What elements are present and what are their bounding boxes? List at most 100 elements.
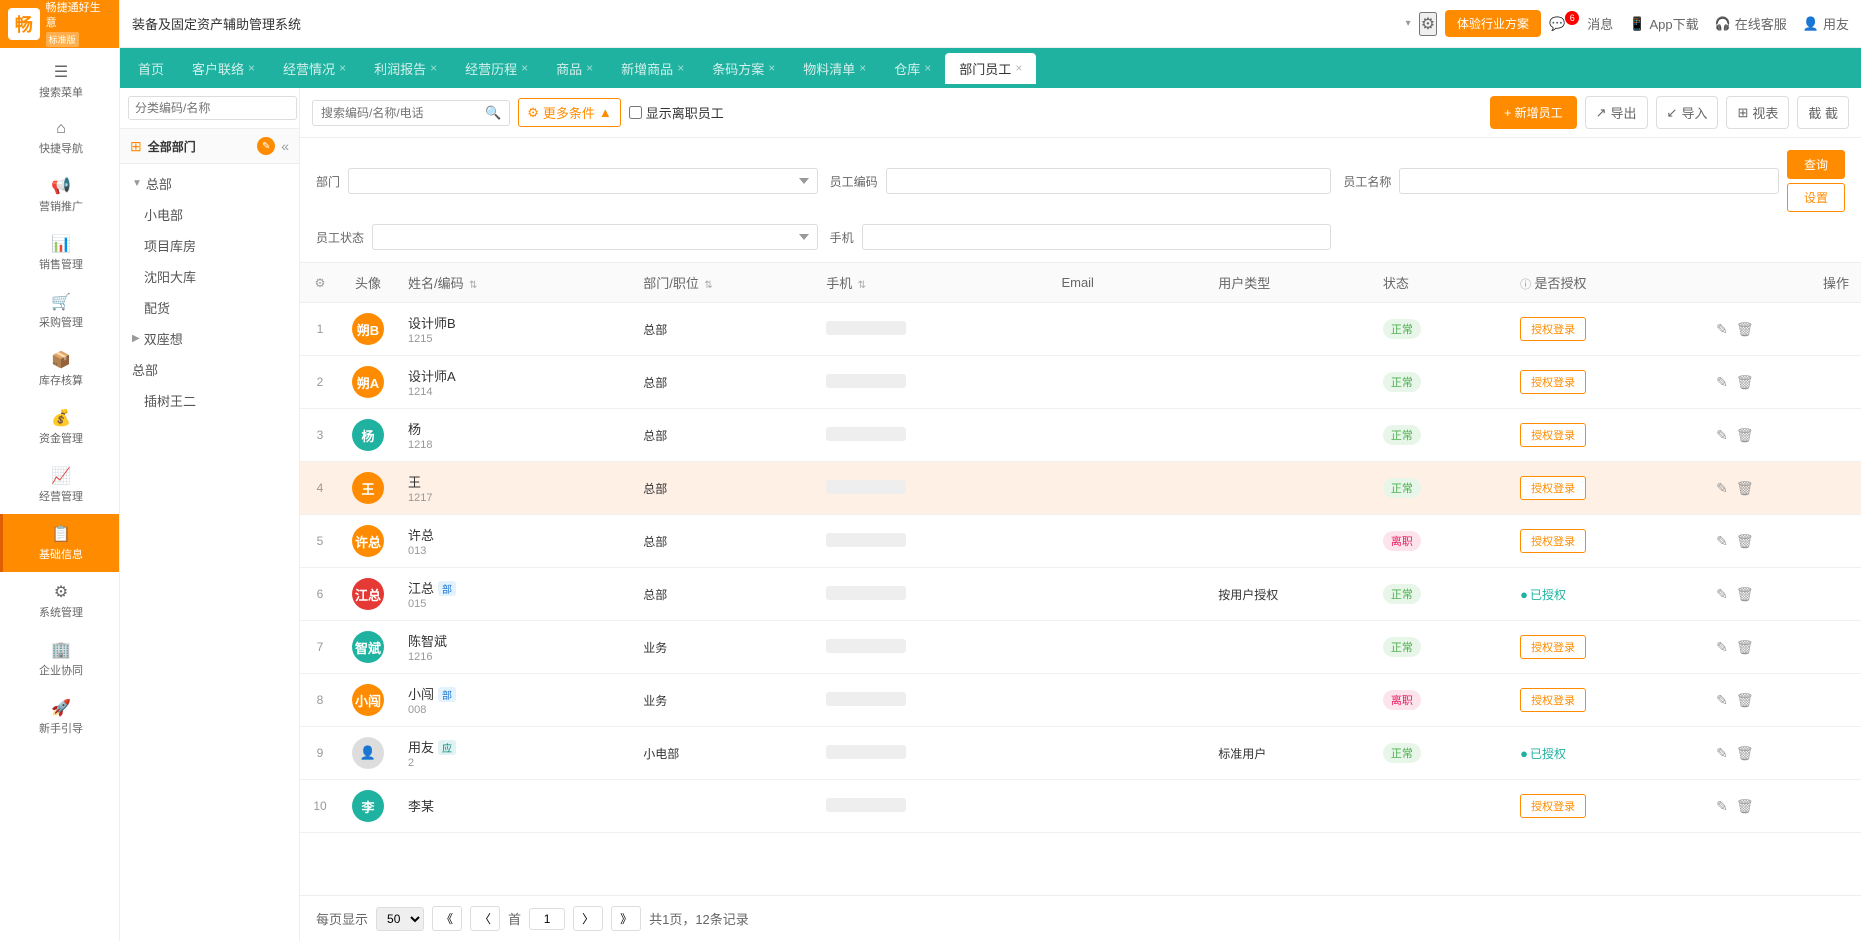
edit-icon[interactable]: ✎ [1716, 321, 1728, 338]
filter-more-btn[interactable]: ⚙ 更多条件 ▲ [518, 98, 621, 127]
tab-close-material[interactable]: × [859, 61, 866, 75]
tab-home[interactable]: 首页 [124, 53, 178, 84]
sidebar-item-marketing[interactable]: 📢 营销推广 [0, 166, 119, 224]
dept-select[interactable] [348, 168, 818, 194]
add-employee-button[interactable]: + 新增员工 [1490, 96, 1576, 129]
sort-name-icon[interactable]: ⇅ [469, 280, 477, 291]
auth-button-1[interactable]: 授权登录 [1520, 370, 1586, 394]
emp-status-select[interactable] [372, 224, 818, 250]
th-phone[interactable]: 手机 ⇅ [814, 263, 1049, 303]
delete-icon[interactable]: 🗑 [1736, 374, 1754, 391]
delete-icon[interactable]: 🗑 [1736, 427, 1754, 444]
tab-profit[interactable]: 利润报告 × [360, 53, 451, 84]
delete-icon[interactable]: 🗑 [1736, 692, 1754, 709]
tab-customer[interactable]: 客户联络 × [178, 53, 269, 84]
auth-button-9[interactable]: 授权登录 [1520, 794, 1586, 818]
th-settings[interactable]: ⚙ [300, 263, 340, 303]
edit-icon[interactable]: ✎ [1716, 586, 1728, 603]
auth-button-0[interactable]: 授权登录 [1520, 317, 1586, 341]
tab-warehouse[interactable]: 仓库 × [880, 53, 945, 84]
message-action[interactable]: 💬 6 消息 [1549, 14, 1613, 33]
edit-icon[interactable]: ✎ [1716, 692, 1728, 709]
dept-item-xm[interactable]: 项目库房 [120, 230, 299, 261]
dept-item-headquarter-2[interactable]: 总部 [120, 354, 299, 385]
tab-operation[interactable]: 经营情况 × [269, 53, 360, 84]
dept-item-ph[interactable]: 配货 [120, 292, 299, 323]
delete-icon[interactable]: 🗑 [1736, 586, 1754, 603]
edit-icon[interactable]: ✎ [1716, 533, 1728, 550]
delete-icon[interactable]: 🗑 [1736, 480, 1754, 497]
delete-icon[interactable]: 🗑 [1736, 745, 1754, 762]
sidebar-item-capital[interactable]: 💰 资金管理 [0, 398, 119, 456]
filter-search-input[interactable] [321, 106, 481, 120]
edit-icon[interactable]: ✎ [1716, 639, 1728, 656]
export-button[interactable]: ↗ 导出 [1585, 96, 1648, 129]
dept-item-headquarter-1[interactable]: ▼ 总部 [120, 168, 299, 199]
th-dept[interactable]: 部门/职位 ⇅ [631, 263, 814, 303]
auth-button-2[interactable]: 授权登录 [1520, 423, 1586, 447]
tab-material[interactable]: 物料清单 × [789, 53, 880, 84]
last-page-btn[interactable]: 》 [611, 906, 641, 931]
tab-newgoods[interactable]: 新增商品 × [607, 53, 698, 84]
auth-button-3[interactable]: 授权登录 [1520, 476, 1586, 500]
set-button[interactable]: 设置 [1787, 183, 1845, 212]
show-resigned-checkbox[interactable]: 显示离职员工 [629, 103, 724, 122]
sidebar-item-operation[interactable]: 📈 经营管理 [0, 456, 119, 514]
current-page-input[interactable] [529, 908, 565, 930]
tab-close-operation[interactable]: × [339, 61, 346, 75]
more-button[interactable]: 截 截 [1797, 96, 1849, 129]
dept-edit-icon[interactable]: ✎ [257, 137, 275, 155]
import-button[interactable]: ↙ 导入 [1656, 96, 1719, 129]
emp-name-input[interactable] [1399, 168, 1779, 194]
tab-close-profit[interactable]: × [430, 61, 437, 75]
th-name[interactable]: 姓名/编码 ⇅ [396, 263, 631, 303]
edit-icon[interactable]: ✎ [1716, 427, 1728, 444]
app-download-action[interactable]: 📱 App下载 [1629, 14, 1698, 33]
delete-icon[interactable]: 🗑 [1736, 321, 1754, 338]
sort-dept-icon[interactable]: ⇅ [704, 280, 712, 291]
dept-item-sy[interactable]: 沈阳大库 [120, 261, 299, 292]
sidebar-item-purchase[interactable]: 🛒 采购管理 [0, 282, 119, 340]
resigned-checkbox-input[interactable] [629, 106, 642, 119]
tab-goods[interactable]: 商品 × [542, 53, 607, 84]
tab-history[interactable]: 经营历程 × [451, 53, 542, 84]
tab-close-newgoods[interactable]: × [677, 61, 684, 75]
sidebar-item-basic[interactable]: 📋 基础信息 [0, 514, 119, 572]
prev-page-btn[interactable]: 〈 [470, 906, 500, 931]
dept-search-input[interactable] [128, 96, 297, 120]
sidebar-item-search[interactable]: ☰ 搜索菜单 [0, 52, 119, 110]
all-dept-label[interactable]: 全部部门 [148, 138, 251, 155]
view-button[interactable]: ⊞ 视表 [1726, 96, 1789, 129]
query-button[interactable]: 查询 [1787, 150, 1845, 179]
tab-employees[interactable]: 部门员工 × [945, 53, 1036, 84]
sidebar-item-shortcut[interactable]: ⌂ 快捷导航 [0, 110, 119, 166]
tab-close-goods[interactable]: × [586, 61, 593, 75]
sidebar-item-stock[interactable]: 📦 库存核算 [0, 340, 119, 398]
first-page-btn[interactable]: 《 [432, 906, 462, 931]
dept-item-xd[interactable]: 小电部 [120, 199, 299, 230]
per-page-select[interactable]: 50 [376, 907, 424, 931]
delete-icon[interactable]: 🗑 [1736, 533, 1754, 550]
tab-barcode[interactable]: 条码方案 × [698, 53, 789, 84]
phone-input[interactable] [862, 224, 1332, 250]
delete-icon[interactable]: 🗑 [1736, 798, 1754, 815]
edit-icon[interactable]: ✎ [1716, 480, 1728, 497]
tab-close-employees[interactable]: × [1015, 61, 1022, 75]
tab-close-customer[interactable]: × [248, 61, 255, 75]
auth-button-6[interactable]: 授权登录 [1520, 635, 1586, 659]
sidebar-item-system[interactable]: ⚙ 系统管理 [0, 572, 119, 630]
delete-icon[interactable]: 🗑 [1736, 639, 1754, 656]
sidebar-item-enterprise[interactable]: 🏢 企业协同 [0, 630, 119, 688]
user-action[interactable]: 👤 用友 [1803, 14, 1849, 33]
filter-search-icon[interactable]: 🔍 [485, 105, 501, 121]
edit-icon[interactable]: ✎ [1716, 798, 1728, 815]
tab-close-warehouse[interactable]: × [924, 61, 931, 75]
topbar-dropdown-arrow[interactable]: ▾ [1406, 18, 1411, 29]
edit-icon[interactable]: ✎ [1716, 374, 1728, 391]
dept-item-shuangzuo[interactable]: ▶ 双座想 [120, 323, 299, 354]
sidebar-item-sales[interactable]: 📊 销售管理 [0, 224, 119, 282]
sort-phone-icon[interactable]: ⇅ [858, 280, 866, 291]
edit-icon[interactable]: ✎ [1716, 745, 1728, 762]
experience-button[interactable]: 体验行业方案 [1445, 10, 1541, 37]
next-page-btn[interactable]: 〉 [573, 906, 603, 931]
